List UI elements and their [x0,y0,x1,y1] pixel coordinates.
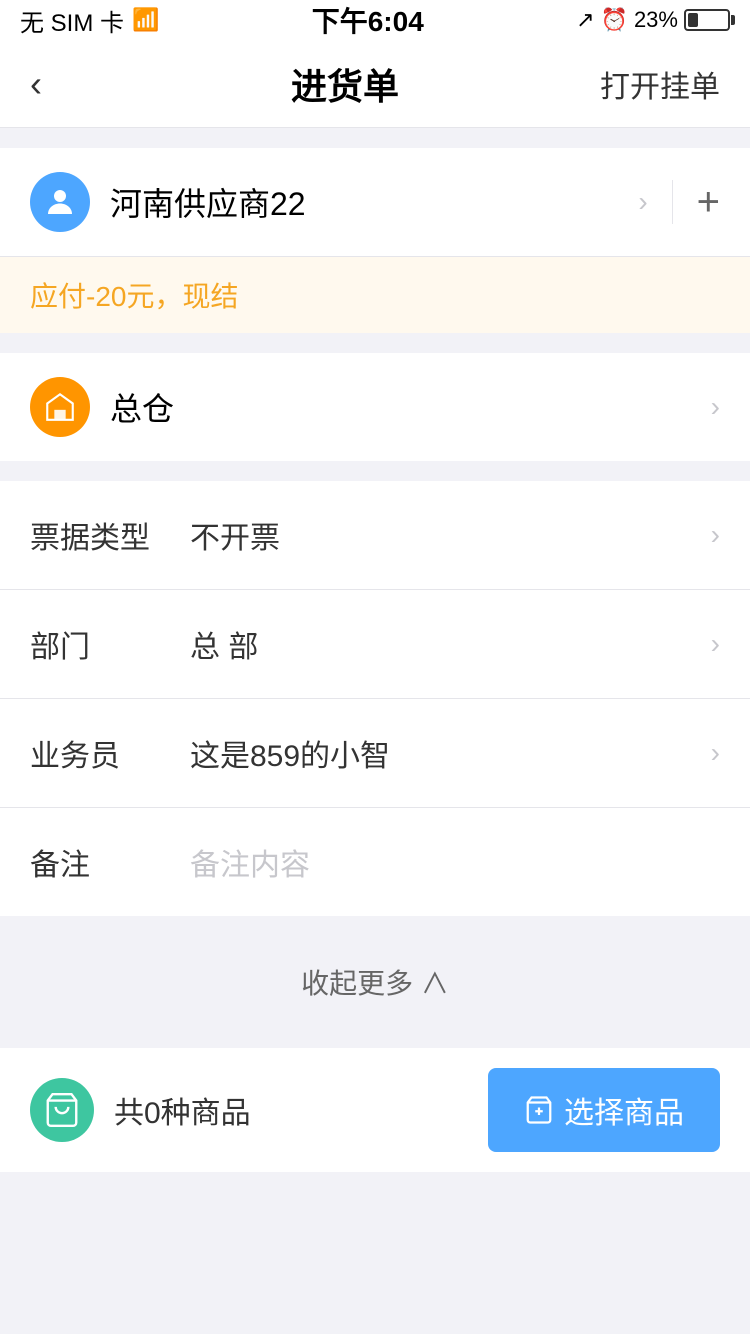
back-button[interactable]: ‹ [30,63,90,105]
dept-value: 总 部 [190,622,711,666]
add-button[interactable]: + [697,182,720,222]
supplier-divider [672,180,673,224]
battery-percent: 23% [634,7,678,33]
form-section: 票据类型 不开票 › 部门 总 部 › 业务员 这是859的小智 › 备注 备注… [0,481,750,916]
section-gap-1 [0,128,750,148]
section-gap-2 [0,333,750,353]
alarm-icon: ⏰ [601,7,628,33]
person-icon [42,184,78,220]
supplier-avatar [30,172,90,232]
product-bar: 共0种商品 选择商品 [0,1048,750,1172]
no-sim-label: 无 SIM 卡 [20,3,124,38]
status-time: 下午6:04 [312,0,424,40]
notice-banner: 应付-20元，现结 [0,257,750,333]
supplier-row[interactable]: 河南供应商22 › + [0,148,750,257]
warehouse-section: 总仓 › [0,353,750,461]
battery-indicator [684,9,730,31]
supplier-chevron-icon: › [638,186,647,218]
warehouse-row[interactable]: 总仓 › [0,353,750,461]
status-left: 无 SIM 卡 📶 [20,3,159,38]
product-icon-wrap [30,1078,94,1142]
note-input[interactable]: 备注内容 [190,840,720,884]
collapse-row[interactable]: 收起更多 ∧ [0,936,750,1028]
warehouse-icon-wrap [30,377,90,437]
dept-label: 部门 [30,622,170,666]
nav-bar: ‹ 进货单 打开挂单 [0,40,750,128]
staff-value: 这是859的小智 [190,731,711,775]
invoice-chevron-icon: › [711,519,720,551]
select-product-button[interactable]: 选择商品 [488,1068,720,1152]
collapse-label: 收起更多 ∧ [301,968,449,999]
supplier-name: 河南供应商22 [110,179,638,225]
wifi-icon: 📶 [132,7,159,33]
staff-label: 业务员 [30,731,170,775]
dept-chevron-icon: › [711,628,720,660]
location-icon: ↗ [576,7,594,33]
note-row[interactable]: 备注 备注内容 [0,808,750,916]
supplier-section: 河南供应商22 › + 应付-20元，现结 [0,148,750,333]
note-label: 备注 [30,840,170,884]
open-pending-button[interactable]: 打开挂单 [600,62,720,106]
notice-text: 应付-20元，现结 [30,281,238,312]
cart-icon [43,1091,81,1129]
invoice-label: 票据类型 [30,513,170,557]
warehouse-label: 总仓 [110,384,711,430]
select-cart-icon [524,1095,554,1125]
page-title: 进货单 [291,58,399,110]
invoice-value: 不开票 [190,513,711,557]
select-product-label: 选择商品 [564,1088,684,1132]
staff-row[interactable]: 业务员 这是859的小智 › [0,699,750,808]
staff-chevron-icon: › [711,737,720,769]
product-count: 共0种商品 [114,1088,488,1132]
status-bar: 无 SIM 卡 📶 下午6:04 ↗ ⏰ 23% [0,0,750,40]
status-right: ↗ ⏰ 23% [576,7,730,33]
invoice-row[interactable]: 票据类型 不开票 › [0,481,750,590]
warehouse-icon [43,390,77,424]
dept-row[interactable]: 部门 总 部 › [0,590,750,699]
warehouse-chevron-icon: › [711,391,720,423]
